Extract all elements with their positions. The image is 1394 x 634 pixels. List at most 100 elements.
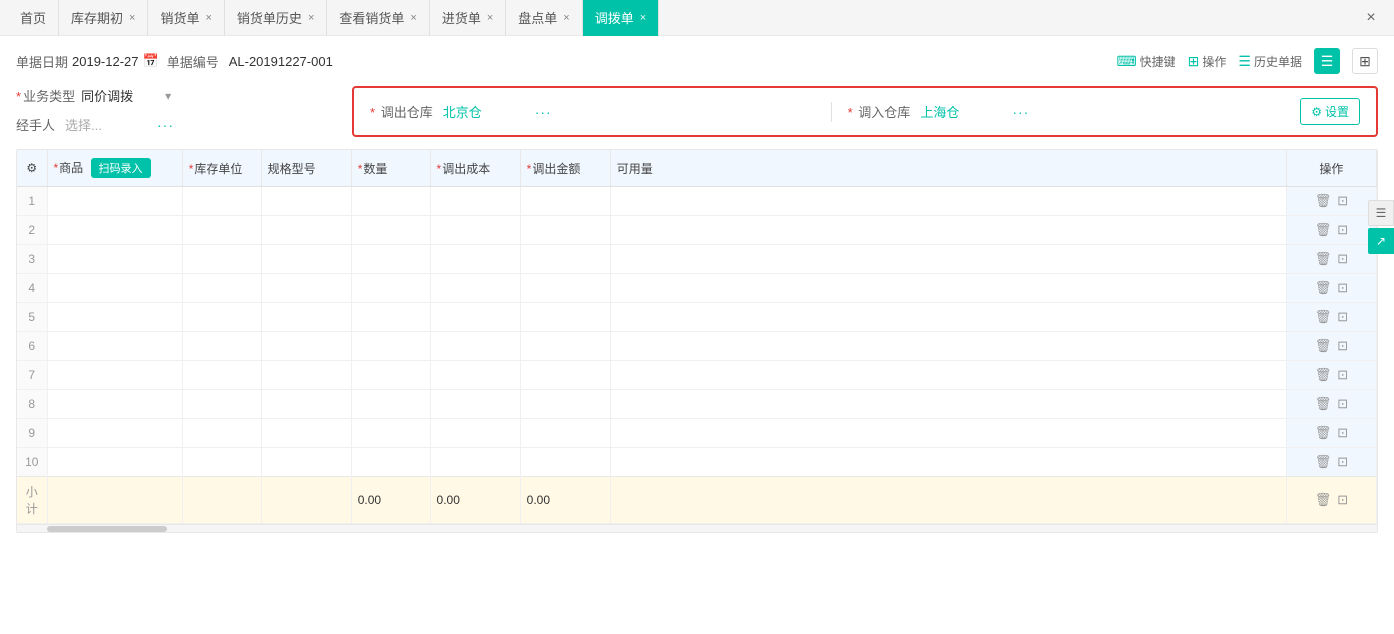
- history-action[interactable]: ☰ 历史单据: [1238, 53, 1302, 70]
- tab-sales-history[interactable]: 销货单历史 ×: [225, 0, 327, 36]
- delete-icon[interactable]: 🗑: [1315, 251, 1332, 267]
- tab-transfer[interactable]: 调拨单 ×: [583, 0, 659, 36]
- cell-amount[interactable]: [520, 390, 610, 419]
- cell-cost[interactable]: [430, 303, 520, 332]
- cell-amount[interactable]: [520, 216, 610, 245]
- warehouse-in-value[interactable]: 上海仓: [920, 102, 1000, 121]
- cell-product[interactable]: [47, 303, 182, 332]
- tab-view-sales[interactable]: 查看销货单 ×: [327, 0, 429, 36]
- copy-icon[interactable]: ⊡: [1337, 193, 1348, 209]
- operation-action[interactable]: ⊞ 操作: [1188, 53, 1227, 70]
- cell-qty[interactable]: [351, 274, 430, 303]
- calendar-icon[interactable]: 📅: [143, 53, 159, 69]
- delete-icon[interactable]: 🗑: [1315, 280, 1332, 296]
- cell-qty[interactable]: [351, 303, 430, 332]
- tab-purchase[interactable]: 进货单 ×: [430, 0, 506, 36]
- cell-qty[interactable]: [351, 390, 430, 419]
- cell-product[interactable]: [47, 332, 182, 361]
- cell-amount[interactable]: [520, 245, 610, 274]
- window-close-button[interactable]: ×: [1356, 3, 1386, 33]
- cell-cost[interactable]: [430, 332, 520, 361]
- warehouse-out-value[interactable]: 北京仓: [443, 102, 523, 121]
- cell-qty[interactable]: [351, 187, 430, 216]
- cell-qty[interactable]: [351, 245, 430, 274]
- delete-icon[interactable]: 🗑: [1315, 492, 1332, 508]
- delete-icon[interactable]: 🗑: [1315, 425, 1332, 441]
- tab-close-purchase[interactable]: ×: [487, 12, 493, 24]
- cell-spec: [261, 303, 351, 332]
- delete-icon[interactable]: 🗑: [1315, 222, 1332, 238]
- handler-placeholder[interactable]: 选择...: [65, 115, 145, 134]
- delete-icon[interactable]: 🗑: [1315, 367, 1332, 383]
- scan-button[interactable]: 扫码录入: [91, 158, 151, 178]
- delete-icon[interactable]: 🗑: [1315, 454, 1332, 470]
- list-view-btn[interactable]: ☰: [1314, 48, 1340, 74]
- tab-stocktake[interactable]: 盘点单 ×: [506, 0, 582, 36]
- handler-more-btn[interactable]: ···: [157, 117, 174, 133]
- cell-product[interactable]: [47, 361, 182, 390]
- cell-cost[interactable]: [430, 390, 520, 419]
- cell-cost[interactable]: [430, 216, 520, 245]
- cell-cost[interactable]: [430, 245, 520, 274]
- th-settings[interactable]: ⚙: [17, 150, 47, 187]
- delete-icon[interactable]: 🗑: [1315, 309, 1332, 325]
- cell-product[interactable]: [47, 187, 182, 216]
- cell-qty[interactable]: [351, 448, 430, 477]
- copy-icon[interactable]: ⊡: [1337, 367, 1348, 383]
- cell-product[interactable]: [47, 245, 182, 274]
- cell-cost[interactable]: [430, 361, 520, 390]
- tab-close-stocktake[interactable]: ×: [563, 12, 569, 24]
- cell-product[interactable]: [47, 448, 182, 477]
- cell-amount[interactable]: [520, 419, 610, 448]
- cell-cost[interactable]: [430, 274, 520, 303]
- warehouse-in-more-btn[interactable]: ···: [1012, 104, 1029, 120]
- cell-spec: [261, 390, 351, 419]
- cell-qty[interactable]: [351, 332, 430, 361]
- copy-icon[interactable]: ⊡: [1337, 396, 1348, 412]
- business-type-select[interactable]: 同价调拨 ▾: [81, 86, 171, 105]
- tab-inventory[interactable]: 库存期初 ×: [59, 0, 148, 36]
- copy-icon[interactable]: ⊡: [1337, 280, 1348, 296]
- cell-cost[interactable]: [430, 419, 520, 448]
- scrollbar[interactable]: [17, 524, 1377, 532]
- cell-product[interactable]: [47, 274, 182, 303]
- cell-qty[interactable]: [351, 361, 430, 390]
- cell-product[interactable]: [47, 419, 182, 448]
- warehouse-out-more-btn[interactable]: ···: [535, 104, 552, 120]
- copy-icon[interactable]: ⊡: [1337, 425, 1348, 441]
- cell-qty[interactable]: [351, 216, 430, 245]
- cell-amount[interactable]: [520, 361, 610, 390]
- cell-amount[interactable]: [520, 303, 610, 332]
- cell-amount[interactable]: [520, 187, 610, 216]
- cell-amount[interactable]: [520, 332, 610, 361]
- copy-icon[interactable]: ⊡: [1337, 222, 1348, 238]
- cell-amount[interactable]: [520, 448, 610, 477]
- copy-icon[interactable]: ⊡: [1337, 251, 1348, 267]
- grid-view-btn[interactable]: ⊞: [1352, 48, 1378, 74]
- copy-icon[interactable]: ⊡: [1337, 492, 1348, 508]
- tab-home[interactable]: 首页: [8, 0, 59, 36]
- settings-button[interactable]: ⚙ 设置: [1300, 98, 1360, 125]
- cell-product[interactable]: [47, 216, 182, 245]
- tab-close-sales-history[interactable]: ×: [308, 12, 314, 24]
- history-icon: ☰: [1238, 53, 1251, 70]
- tab-close-view-sales[interactable]: ×: [410, 12, 416, 24]
- cell-product[interactable]: [47, 390, 182, 419]
- delete-icon[interactable]: 🗑: [1315, 396, 1332, 412]
- copy-icon[interactable]: ⊡: [1337, 454, 1348, 470]
- delete-icon[interactable]: 🗑: [1315, 338, 1332, 354]
- copy-icon[interactable]: ⊡: [1337, 338, 1348, 354]
- right-panel-list-btn[interactable]: ☰: [1368, 200, 1394, 226]
- tab-close-sales[interactable]: ×: [205, 12, 211, 24]
- cell-cost[interactable]: [430, 448, 520, 477]
- copy-icon[interactable]: ⊡: [1337, 309, 1348, 325]
- cell-amount[interactable]: [520, 274, 610, 303]
- delete-icon[interactable]: 🗑: [1315, 193, 1332, 209]
- shortcut-action[interactable]: ⌨ 快捷键: [1116, 53, 1175, 70]
- tab-close-inventory[interactable]: ×: [129, 12, 135, 24]
- cell-qty[interactable]: [351, 419, 430, 448]
- right-panel-export-btn[interactable]: ↗: [1368, 228, 1394, 254]
- tab-close-transfer[interactable]: ×: [640, 12, 646, 24]
- cell-cost[interactable]: [430, 187, 520, 216]
- tab-sales[interactable]: 销货单 ×: [148, 0, 224, 36]
